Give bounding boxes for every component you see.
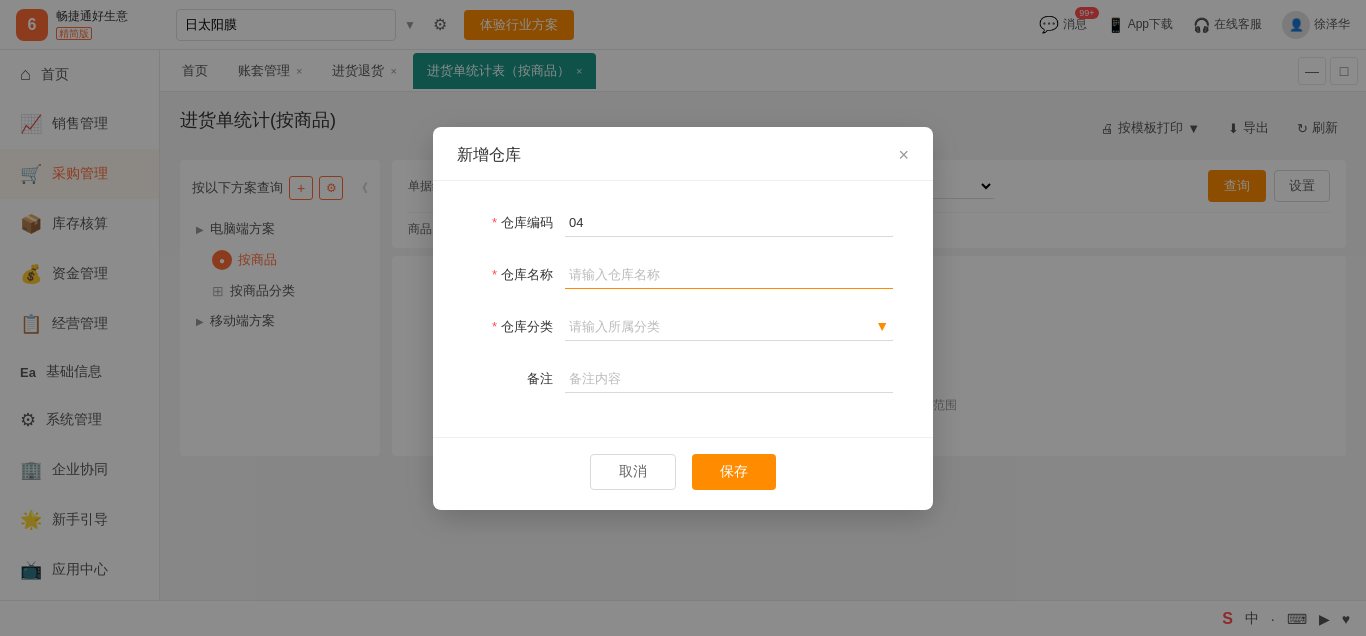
cancel-button[interactable]: 取消 xyxy=(590,454,676,490)
warehouse-category-field: 请输入所属分类 ▼ xyxy=(565,313,893,341)
warehouse-name-row: 仓库名称 xyxy=(473,261,893,289)
warehouse-name-input[interactable] xyxy=(565,261,893,289)
remarks-label: 备注 xyxy=(473,370,553,388)
remarks-field xyxy=(565,365,893,393)
warehouse-category-select[interactable]: 请输入所属分类 xyxy=(565,313,893,340)
new-warehouse-modal: 新增仓库 × 仓库编码 仓库名称 仓库分类 xyxy=(433,127,933,510)
warehouse-category-label: 仓库分类 xyxy=(473,318,553,336)
warehouse-name-label: 仓库名称 xyxy=(473,266,553,284)
modal-header: 新增仓库 × xyxy=(433,127,933,181)
modal-footer: 取消 保存 xyxy=(433,437,933,510)
warehouse-category-select-wrap: 请输入所属分类 ▼ xyxy=(565,313,893,341)
warehouse-code-input[interactable] xyxy=(565,209,893,237)
modal-overlay[interactable]: 新增仓库 × 仓库编码 仓库名称 仓库分类 xyxy=(0,0,1366,636)
warehouse-code-row: 仓库编码 xyxy=(473,209,893,237)
warehouse-code-field xyxy=(565,209,893,237)
remarks-row: 备注 xyxy=(473,365,893,393)
modal-body: 仓库编码 仓库名称 仓库分类 请输入所属分类 xyxy=(433,181,933,437)
save-button[interactable]: 保存 xyxy=(692,454,776,490)
remarks-input[interactable] xyxy=(565,365,893,393)
warehouse-name-field xyxy=(565,261,893,289)
modal-close-btn[interactable]: × xyxy=(898,145,909,166)
warehouse-category-row: 仓库分类 请输入所属分类 ▼ xyxy=(473,313,893,341)
warehouse-code-label: 仓库编码 xyxy=(473,214,553,232)
modal-title: 新增仓库 xyxy=(457,145,521,166)
